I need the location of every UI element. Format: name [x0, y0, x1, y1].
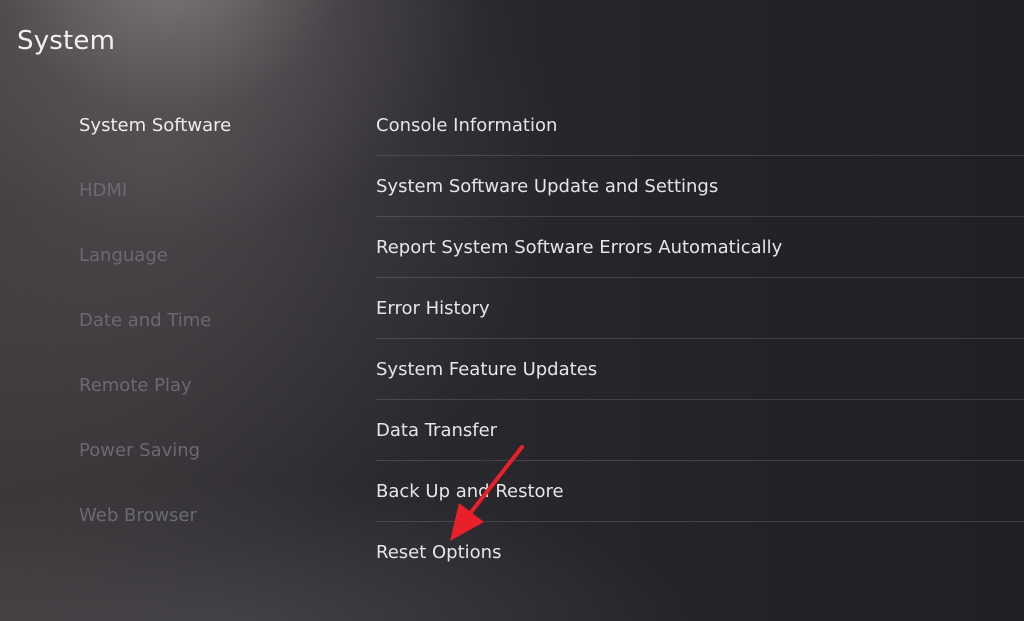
data-transfer-item[interactable]: Data Transfer — [376, 400, 1024, 461]
sidebar-item-remote-play[interactable]: Remote Play — [79, 365, 319, 430]
page-title: System — [17, 26, 116, 56]
sidebar-item-web-browser[interactable]: Web Browser — [79, 495, 319, 560]
sidebar-item-system-software[interactable]: System Software — [79, 105, 319, 170]
sidebar-item-date-and-time[interactable]: Date and Time — [79, 300, 319, 365]
sidebar-item-power-saving[interactable]: Power Saving — [79, 430, 319, 495]
report-errors-automatically-item[interactable]: Report System Software Errors Automatica… — [376, 217, 1024, 278]
sidebar-item-language[interactable]: Language — [79, 235, 319, 300]
sidebar-nav: System Software HDMI Language Date and T… — [79, 105, 319, 560]
back-up-and-restore-item[interactable]: Back Up and Restore — [376, 461, 1024, 522]
sidebar-item-hdmi[interactable]: HDMI — [79, 170, 319, 235]
system-feature-updates-item[interactable]: System Feature Updates — [376, 339, 1024, 400]
console-information-item[interactable]: Console Information — [376, 95, 1024, 156]
system-software-update-item[interactable]: System Software Update and Settings — [376, 156, 1024, 217]
error-history-item[interactable]: Error History — [376, 278, 1024, 339]
reset-options-item[interactable]: Reset Options — [376, 522, 1024, 582]
settings-list: Console Information System Software Upda… — [376, 95, 1024, 582]
